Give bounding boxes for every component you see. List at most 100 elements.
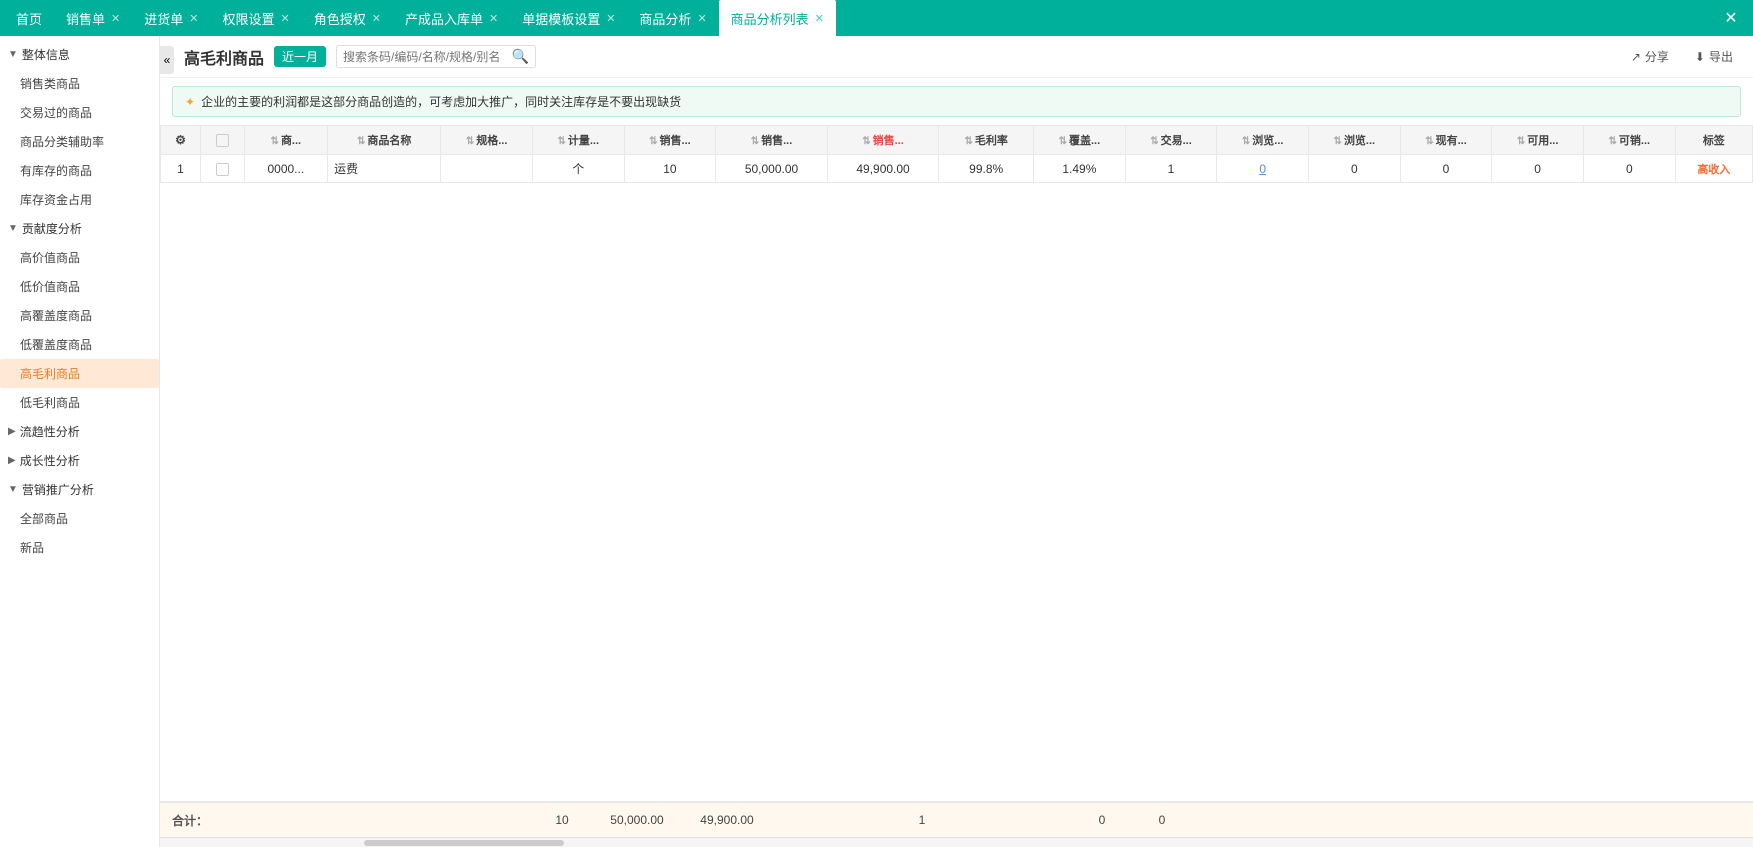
total-spacer1: [252, 813, 312, 827]
sidebar-group-growth[interactable]: ▶ 成长性分析: [0, 446, 159, 475]
nav-close-permission[interactable]: ✕: [281, 12, 290, 25]
nav-permission-settings[interactable]: 权限设置 ✕: [210, 0, 301, 36]
sidebar-item-stock-capital[interactable]: 库存资金占用: [0, 185, 159, 214]
total-current-stock: 0: [1072, 813, 1132, 827]
chevron-down-icon-3: ▼: [8, 484, 18, 495]
chevron-down-icon-2: ▼: [8, 223, 18, 234]
nav-close-template[interactable]: ✕: [606, 12, 615, 25]
sidebar-item-high-value[interactable]: 高价值商品: [0, 243, 159, 272]
sidebar-item-high-margin[interactable]: 高毛利商品: [0, 359, 159, 388]
total-label: 合计：: [172, 812, 252, 829]
total-cells: 10 50,000.00 49,900.00 1 0 0: [252, 813, 1192, 827]
nav-product-analysis-list[interactable]: 商品分析列表 ✕: [719, 0, 836, 36]
chevron-right-icon: ▶: [8, 426, 16, 437]
sidebar-item-sales-goods[interactable]: 销售类商品: [0, 69, 159, 98]
cell-sales-profit: 49,900.00: [827, 155, 939, 183]
sidebar-item-all-goods[interactable]: 全部商品: [0, 504, 159, 533]
total-spacer7: [952, 813, 1012, 827]
cell-browse1[interactable]: 0: [1217, 155, 1309, 183]
sidebar-group-contribution[interactable]: ▼ 贡献度分析: [0, 214, 159, 243]
table-header-row: ⚙ 商... 商品名称 规格... 计量... 销售... 销售... 销售..…: [161, 126, 1753, 155]
col-spec-header[interactable]: 规格...: [441, 126, 533, 155]
sidebar-group-overall[interactable]: ▼ 整体信息: [0, 40, 159, 69]
col-current-stock-header[interactable]: 现有...: [1400, 126, 1492, 155]
search-input-wrap: 🔍: [336, 45, 536, 68]
total-transactions: 1: [892, 813, 952, 827]
nav-home[interactable]: 首页: [4, 0, 54, 36]
cell-index: 1: [161, 155, 201, 183]
sidebar-item-traded-goods[interactable]: 交易过的商品: [0, 98, 159, 127]
sidebar-collapse-button[interactable]: «: [160, 46, 174, 74]
col-sales-profit-header[interactable]: 销售...: [827, 126, 939, 155]
share-button[interactable]: ↗ 分享: [1623, 44, 1677, 69]
data-table: ⚙ 商... 商品名称 规格... 计量... 销售... 销售... 销售..…: [160, 125, 1753, 183]
cell-sales-qty: 10: [624, 155, 716, 183]
nav-close-product-analysis-list[interactable]: ✕: [815, 12, 824, 25]
nav-product-warehouse[interactable]: 产成品入库单 ✕: [393, 0, 510, 36]
col-tag-header[interactable]: 标签: [1675, 126, 1752, 155]
col-browse2-header[interactable]: 浏览...: [1309, 126, 1401, 155]
col-browse1-header[interactable]: 浏览...: [1217, 126, 1309, 155]
col-code-header[interactable]: 商...: [244, 126, 327, 155]
nav-close-purchase-order[interactable]: ✕: [189, 12, 198, 25]
nav-close-product-warehouse[interactable]: ✕: [489, 12, 498, 25]
total-spacer2: [312, 813, 372, 827]
search-icon[interactable]: 🔍: [512, 48, 529, 65]
total-available-stock: 0: [1132, 813, 1192, 827]
cell-gross-margin: 99.8%: [939, 155, 1034, 183]
nav-role-auth[interactable]: 角色授权 ✕: [302, 0, 393, 36]
sidebar-item-stocked-goods[interactable]: 有库存的商品: [0, 156, 159, 185]
nav-close-product-analysis[interactable]: ✕: [697, 12, 706, 25]
close-all-tabs[interactable]: ✕: [1713, 0, 1749, 36]
sidebar-item-low-value[interactable]: 低价值商品: [0, 272, 159, 301]
col-available-stock-header[interactable]: 可用...: [1492, 126, 1584, 155]
time-filter-button[interactable]: 近一月: [274, 46, 326, 67]
total-spacer4: [452, 813, 532, 827]
col-sales-qty-header[interactable]: 销售...: [624, 126, 716, 155]
total-spacer6: [832, 813, 892, 827]
cell-name: 运费: [328, 155, 441, 183]
col-sellable-stock-header[interactable]: 可销...: [1583, 126, 1675, 155]
sidebar-item-low-coverage[interactable]: 低覆盖度商品: [0, 330, 159, 359]
nav-product-analysis[interactable]: 商品分析 ✕: [627, 0, 718, 36]
total-sales-qty: 10: [532, 813, 592, 827]
cell-checkbox[interactable]: [200, 155, 244, 183]
cell-available-stock: 0: [1492, 155, 1584, 183]
scroll-thumb[interactable]: [364, 840, 564, 846]
col-transactions-header[interactable]: 交易...: [1125, 126, 1217, 155]
sidebar-item-new-goods[interactable]: 新品: [0, 533, 159, 562]
nav-purchase-order[interactable]: 进货单 ✕: [132, 0, 210, 36]
total-spacer3: [372, 813, 452, 827]
select-all-checkbox[interactable]: [216, 134, 229, 147]
col-checkbox-header[interactable]: [200, 126, 244, 155]
sidebar-group-marketing[interactable]: ▼ 营销推广分析: [0, 475, 159, 504]
nav-sales-order[interactable]: 销售单 ✕: [54, 0, 132, 36]
nav-close-role-auth[interactable]: ✕: [372, 12, 381, 25]
sidebar-item-category-rate[interactable]: 商品分类辅助率: [0, 127, 159, 156]
col-sales-amount-header[interactable]: 销售...: [716, 126, 828, 155]
sidebar-item-low-margin[interactable]: 低毛利商品: [0, 388, 159, 417]
col-gross-margin-header[interactable]: 毛利率: [939, 126, 1034, 155]
sidebar-group-trend[interactable]: ▶ 流趋性分析: [0, 417, 159, 446]
export-icon: ⬇: [1695, 50, 1705, 64]
top-nav: 首页 销售单 ✕ 进货单 ✕ 权限设置 ✕ 角色授权 ✕ 产成品入库单 ✕ 单据…: [0, 0, 1753, 36]
search-input[interactable]: [343, 50, 512, 64]
footer-total: 合计： 10 50,000.00 49,900.00 1 0 0: [160, 801, 1753, 837]
col-unit-header[interactable]: 计量...: [532, 126, 624, 155]
cell-coverage: 1.49%: [1034, 155, 1126, 183]
col-settings[interactable]: ⚙: [161, 126, 201, 155]
cell-transactions: 1: [1125, 155, 1217, 183]
export-button[interactable]: ⬇ 导出: [1687, 44, 1741, 69]
cell-unit: 个: [532, 155, 624, 183]
cell-spec: [441, 155, 533, 183]
nav-template-settings[interactable]: 单据模板设置 ✕: [510, 0, 627, 36]
total-spacer5: [772, 813, 832, 827]
nav-close-sales-order[interactable]: ✕: [111, 12, 120, 25]
bottom-scrollbar[interactable]: [160, 837, 1753, 847]
col-coverage-header[interactable]: 覆盖...: [1034, 126, 1126, 155]
info-banner: ✦ 企业的主要的利润都是这部分商品创造的，可考虑加大推广，同时关注库存是不要出现…: [172, 86, 1741, 117]
col-name-header[interactable]: 商品名称: [328, 126, 441, 155]
total-sales-amount: 50,000.00: [592, 813, 682, 827]
sidebar-item-high-coverage[interactable]: 高覆盖度商品: [0, 301, 159, 330]
cell-tag: 高收入: [1675, 155, 1752, 183]
